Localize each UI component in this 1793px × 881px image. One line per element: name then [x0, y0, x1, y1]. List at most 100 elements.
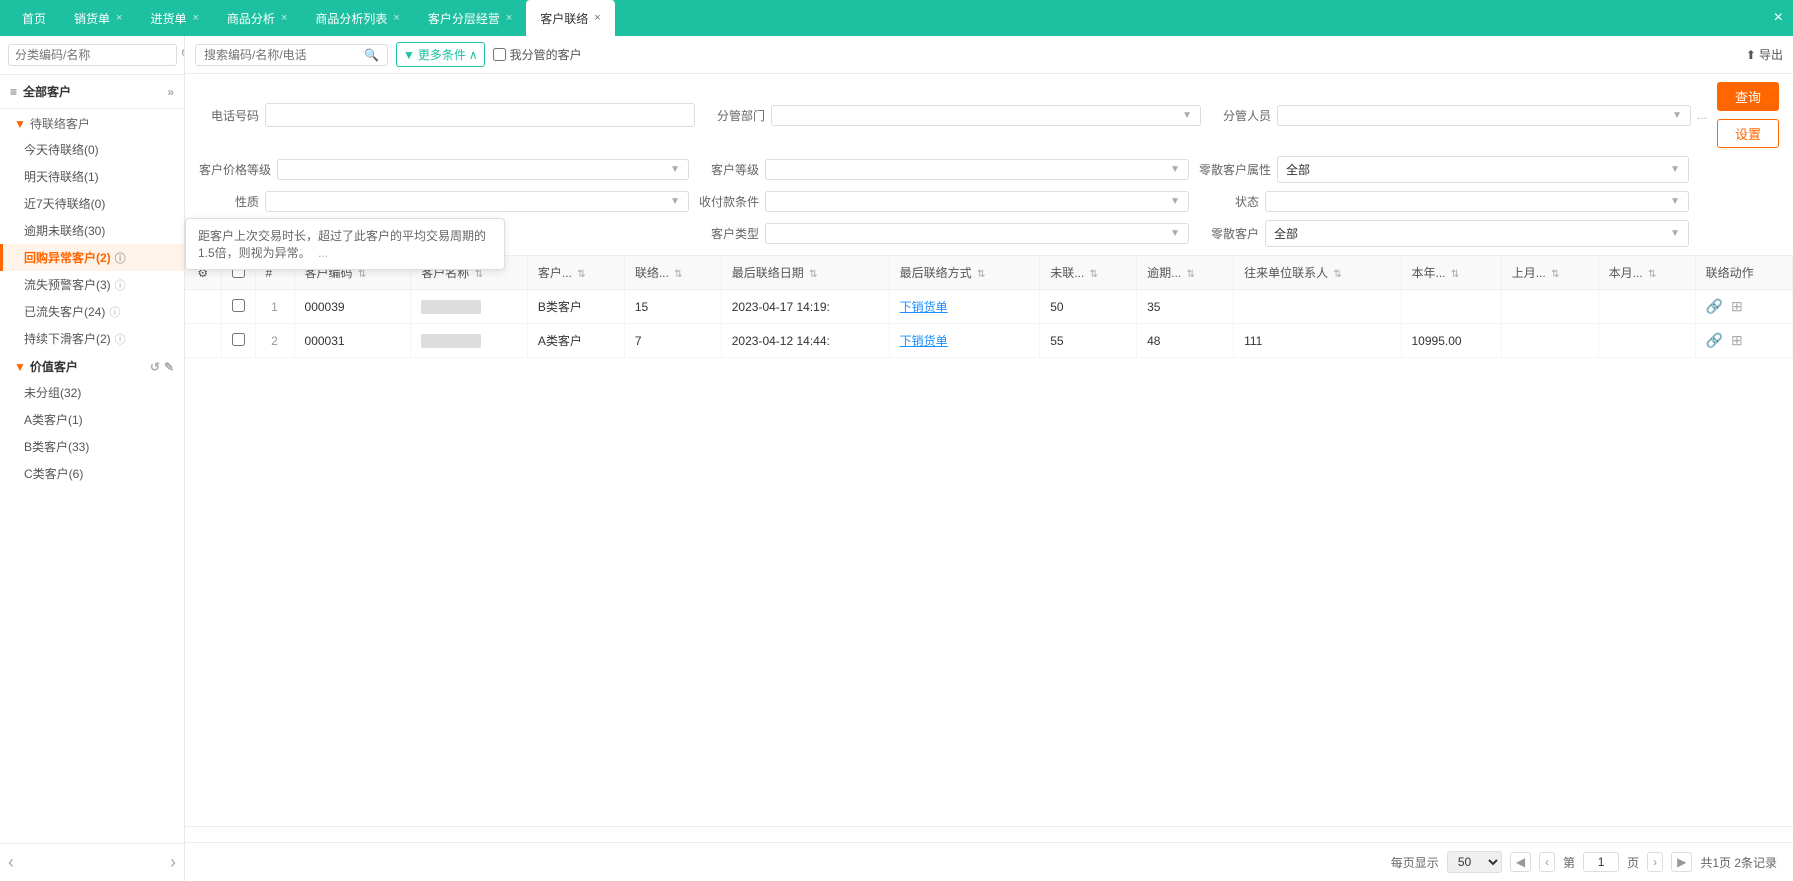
sidebar-item-lost[interactable]: 已流失客户(24) ⓘ [0, 298, 184, 325]
col-last-contact-method[interactable]: 最后联络方式 ⇅ [889, 256, 1040, 290]
retail-customer-select[interactable]: 全部 ▼ [1265, 220, 1689, 247]
phone-input[interactable] [265, 103, 695, 127]
col-overdue[interactable]: 逾期... ⇅ [1137, 256, 1234, 290]
sort-icon-type: ⇅ [577, 269, 585, 280]
query-button[interactable]: 查询 [1717, 82, 1779, 111]
status-select[interactable]: ▼ [1265, 191, 1689, 212]
price-grade-select[interactable]: ▼ [277, 159, 689, 180]
nav-customer-segment-close[interactable]: × [506, 12, 512, 24]
sidebar-search-input[interactable] [8, 44, 177, 66]
row1-settings [185, 290, 221, 324]
payment-select[interactable]: ▼ [765, 191, 1189, 212]
sidebar-item-a-class[interactable]: A类客户(1) [0, 406, 184, 433]
col-contact-person[interactable]: 往来单位联系人 ⇅ [1234, 256, 1401, 290]
my-customers-checkbox[interactable]: 我分管的客户 [493, 46, 582, 63]
filter-bar: 🔍 ▼ 更多条件 ∧ 我分管的客户 ⬆ 导出 [185, 36, 1793, 74]
nav-product-list[interactable]: 商品分析列表 × [301, 0, 413, 36]
sidebar-item-ungrouped[interactable]: 未分组(32) [0, 379, 184, 406]
row1-uncontacted: 50 [1040, 290, 1137, 324]
sidebar-item-today[interactable]: 今天待联络(0) [0, 136, 184, 163]
row1-order-link[interactable]: 下销货单 [900, 300, 948, 314]
row1-check[interactable] [232, 299, 245, 312]
value-group-edit-icon[interactable]: ✎ [164, 360, 174, 374]
row2-check[interactable] [232, 333, 245, 346]
sidebar-item-lost-pre[interactable]: 流失预警客户(3) ⓘ [0, 271, 184, 298]
nav-product-list-close[interactable]: × [393, 12, 399, 24]
row1-link-icon[interactable]: 🔗 [1706, 298, 1723, 315]
row2-last-contact-method[interactable]: 下销货单 [889, 324, 1040, 358]
page-size-select[interactable]: 50 100 200 [1447, 851, 1502, 873]
filter-phone: 电话号码 [199, 103, 695, 127]
row2-name-blur [421, 334, 481, 348]
row1-grid-icon[interactable]: ⊞ [1731, 298, 1743, 315]
sidebar-item-tomorrow[interactable]: 明天待联络(1) [0, 163, 184, 190]
row2-contact-person: 111 [1234, 324, 1401, 358]
filter-row-1: 电话号码 分管部门 ▼ 分管人员 ▼ ... [199, 82, 1779, 148]
dots-btn[interactable]: ... [1697, 108, 1707, 122]
search-input[interactable] [204, 48, 364, 62]
sidebar-scroll-right[interactable]: › [170, 852, 176, 873]
row2-grid-icon[interactable]: ⊞ [1731, 332, 1743, 349]
sidebar-scroll-left[interactable]: ‹ [8, 852, 14, 873]
settings-button[interactable]: 设置 [1717, 119, 1779, 148]
page-number-input[interactable] [1583, 852, 1619, 872]
row2-order-link[interactable]: 下销货单 [900, 334, 948, 348]
col-contact[interactable]: 联络... ⇅ [624, 256, 721, 290]
customer-grade-select[interactable]: ▼ [765, 159, 1189, 180]
sort-icon-year: ⇅ [1451, 269, 1459, 280]
nav-home[interactable]: 首页 [8, 0, 60, 36]
all-customers-title: ≡ 全部客户 » [0, 75, 184, 109]
sidebar-fold-btn[interactable]: » [167, 85, 174, 99]
sidebar-search-bar: 🔍 [0, 36, 184, 75]
sidebar-item-declining[interactable]: 持续下滑客户(2) ⓘ [0, 325, 184, 352]
export-btn[interactable]: ⬆ 导出 [1746, 46, 1783, 63]
row1-last-contact-method[interactable]: 下销货单 [889, 290, 1040, 324]
nav-customer-contact[interactable]: 客户联络 × [526, 0, 614, 36]
more-conditions-btn[interactable]: ▼ 更多条件 ∧ [396, 42, 485, 67]
nav-purchase-close[interactable]: × [192, 12, 198, 24]
next-page-btn[interactable]: › [1647, 852, 1663, 872]
nav-customer-contact-close[interactable]: × [594, 12, 600, 24]
dept-select[interactable]: ▼ [771, 105, 1201, 126]
retail-attr-select[interactable]: 全部 ▼ [1277, 156, 1689, 183]
col-last-month[interactable]: 上月... ⇅ [1501, 256, 1598, 290]
last-page-btn[interactable]: ▶ [1671, 852, 1692, 872]
prev-page-btn[interactable]: ‹ [1539, 852, 1555, 872]
main-layout: 🔍 ≡ 全部客户 » ▼ 待联络客户 今天待联络(0) 明天待联络(1) 近7天… [0, 36, 1793, 881]
close-all-tabs[interactable]: × [1774, 9, 1783, 27]
sidebar-item-7days[interactable]: 近7天待联络(0) [0, 190, 184, 217]
horizontal-scrollbar[interactable] [185, 826, 1793, 842]
col-this-month[interactable]: 本月... ⇅ [1598, 256, 1695, 290]
nature-select[interactable]: ▼ [265, 191, 689, 212]
person-select[interactable]: ▼ [1277, 105, 1691, 126]
value-group-refresh-icon[interactable]: ↺ [150, 360, 160, 374]
row1-this-month [1598, 290, 1695, 324]
row2-checkbox [221, 324, 255, 358]
row2-link-icon[interactable]: 🔗 [1706, 332, 1723, 349]
sidebar-item-repurchase[interactable]: 回购异常客户(2) ⓘ [0, 244, 184, 271]
customer-type-select[interactable]: ▼ [765, 223, 1189, 244]
table-row: 1 000039 B类客户 15 2023-04-17 14:19: 下销货单 … [185, 290, 1793, 324]
sidebar-item-b-class[interactable]: B类客户(33) [0, 433, 184, 460]
row1-type: B类客户 [527, 290, 624, 324]
nav-product-analysis[interactable]: 商品分析 × [213, 0, 301, 36]
col-this-year[interactable]: 本年... ⇅ [1401, 256, 1501, 290]
first-page-btn[interactable]: ◀ [1510, 852, 1531, 872]
filter-retail-attr: 零散客户属性 全部 ▼ [1199, 156, 1689, 183]
col-type[interactable]: 客户... ⇅ [527, 256, 624, 290]
nav-product-analysis-close[interactable]: × [281, 12, 287, 24]
col-last-contact-date[interactable]: 最后联络日期 ⇅ [721, 256, 889, 290]
nav-sales-close[interactable]: × [116, 12, 122, 24]
search-icon[interactable]: 🔍 [364, 48, 379, 62]
nav-customer-segment[interactable]: 客户分层经营 × [414, 0, 526, 36]
sidebar-item-overdue[interactable]: 逾期未联络(30) [0, 217, 184, 244]
filter-retail-customer: 零散客户 全部 ▼ [1199, 220, 1689, 247]
row2-this-year: 10995.00 [1401, 324, 1501, 358]
nav-purchase[interactable]: 进货单 × [136, 0, 212, 36]
my-customers-check[interactable] [493, 48, 506, 61]
row1-code: 000039 [294, 290, 411, 324]
sidebar-item-c-class[interactable]: C类客户(6) [0, 460, 184, 487]
sidebar: 🔍 ≡ 全部客户 » ▼ 待联络客户 今天待联络(0) 明天待联络(1) 近7天… [0, 36, 185, 881]
nav-sales[interactable]: 销货单 × [60, 0, 136, 36]
col-uncontacted[interactable]: 未联... ⇅ [1040, 256, 1137, 290]
